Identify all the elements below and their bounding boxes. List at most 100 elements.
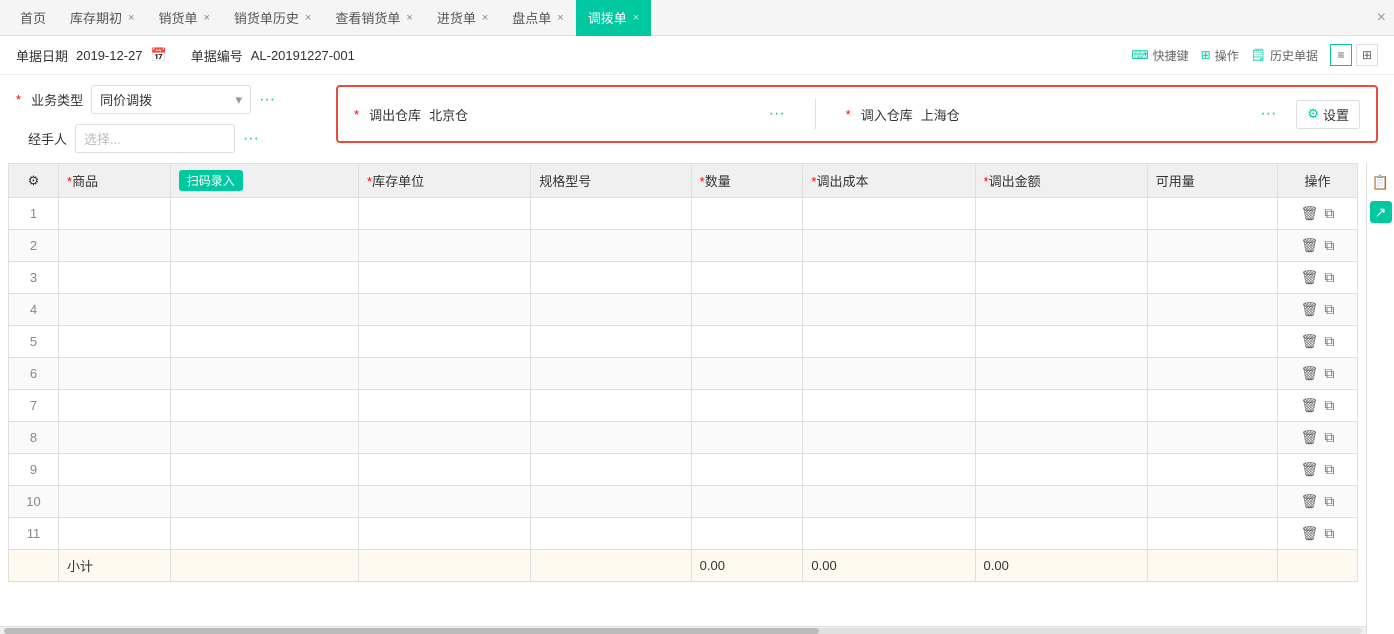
delete-icon[interactable]: 🗑: [1301, 301, 1319, 318]
chevron-down-icon: ▾: [236, 92, 243, 108]
delete-icon[interactable]: 🗑: [1301, 333, 1319, 350]
gear-icon: ⚙: [28, 173, 40, 188]
delete-icon[interactable]: 🗑: [1301, 525, 1319, 542]
table-row: 5 🗑⧉: [9, 326, 1358, 358]
right-sidebar: 📋 ↗: [1366, 163, 1394, 634]
list-view-button[interactable]: ≡: [1330, 44, 1352, 66]
th-gear[interactable]: ⚙: [9, 164, 59, 198]
operator-more-icon[interactable]: ···: [243, 130, 259, 148]
copy-icon[interactable]: ⧉: [1324, 301, 1334, 318]
close-icon[interactable]: ×: [406, 12, 412, 24]
items-table: ⚙ *商品 扫码录入 *库存单位: [8, 163, 1358, 582]
tab-sales-order[interactable]: 销货单 ×: [146, 0, 221, 36]
tab-stocktaking[interactable]: 盘点单 ×: [500, 0, 575, 36]
table-row: 8 🗑⧉: [9, 422, 1358, 454]
header-actions: ⌨ 快捷键 ⊞ 操作 🗒 历史单据 ≡ ⊞: [1131, 44, 1378, 66]
th-quantity: *数量: [691, 164, 803, 198]
content-body: ⚙ *商品 扫码录入 *库存单位: [0, 163, 1394, 634]
warehouse-in-value: 上海仓: [921, 105, 960, 124]
copy-icon[interactable]: ⧉: [1324, 205, 1334, 222]
tab-bar: 首页 库存期初 × 销货单 × 销货单历史 × 查看销货单 × 进货单 × 盘点…: [0, 0, 1394, 36]
operator-select[interactable]: 选择...: [75, 124, 235, 153]
notes-icon[interactable]: 📋: [1370, 171, 1392, 193]
close-icon[interactable]: ×: [128, 12, 134, 24]
settings-button[interactable]: ⚙ 设置: [1296, 100, 1360, 129]
calendar-icon[interactable]: 📅: [151, 47, 167, 63]
table-row: 6 🗑⧉: [9, 358, 1358, 390]
doc-number-field: 单据编号 AL-20191227-001: [191, 46, 355, 65]
close-window-button[interactable]: ×: [1377, 9, 1386, 27]
copy-icon[interactable]: ⧉: [1324, 397, 1334, 414]
date-field: 单据日期 2019-12-27 📅: [16, 46, 167, 65]
table-row: 10 🗑⧉: [9, 486, 1358, 518]
th-unit: *库存单位: [359, 164, 531, 198]
delete-icon[interactable]: 🗑: [1301, 493, 1319, 510]
grid-view-button[interactable]: ⊞: [1356, 44, 1378, 66]
delete-icon[interactable]: 🗑: [1301, 429, 1319, 446]
delete-icon[interactable]: 🗑: [1301, 237, 1319, 254]
form-left: * 业务类型 同价调拨 ▾ ··· 经手人 选择... ···: [16, 85, 316, 153]
tab-purchase[interactable]: 进货单 ×: [425, 0, 500, 36]
warehouse-in-more-icon[interactable]: ···: [1260, 105, 1276, 123]
tab-transfer[interactable]: 调拨单 ×: [576, 0, 651, 36]
delete-icon[interactable]: 🗑: [1301, 269, 1319, 286]
tab-sales-history[interactable]: 销货单历史 ×: [222, 0, 323, 36]
history-icon: 🗒: [1251, 48, 1266, 62]
warehouse-out-group: * 调出仓库 北京仓 ···: [354, 105, 785, 124]
close-icon[interactable]: ×: [203, 12, 209, 24]
subtotal-quantity: 0.00: [691, 550, 803, 582]
delete-icon[interactable]: 🗑: [1301, 461, 1319, 478]
scan-button[interactable]: 扫码录入: [179, 170, 243, 191]
copy-icon[interactable]: ⧉: [1324, 493, 1334, 510]
divider: [815, 99, 816, 129]
table-row: 3 🗑⧉: [9, 262, 1358, 294]
date-value: 2019-12-27: [76, 48, 143, 63]
th-product: *商品: [59, 164, 171, 198]
subtotal-row: 小计 0.00 0.00 0.00: [9, 550, 1358, 582]
document-header: 单据日期 2019-12-27 📅 单据编号 AL-20191227-001 ⌨…: [0, 36, 1394, 75]
table-row: 2 🗑⧉: [9, 230, 1358, 262]
shortcuts-button[interactable]: ⌨ 快捷键: [1131, 47, 1188, 64]
business-type-row: * 业务类型 同价调拨 ▾ ···: [16, 85, 316, 114]
operator-row: 经手人 选择... ···: [16, 124, 316, 153]
th-ops: 操作: [1278, 164, 1358, 198]
table-row: 1 🗑⧉: [9, 198, 1358, 230]
th-scan: 扫码录入: [170, 164, 358, 198]
tab-inventory-init[interactable]: 库存期初 ×: [58, 0, 146, 36]
subtotal-amount: 0.00: [975, 550, 1147, 582]
gear-icon: ⚙: [1307, 106, 1319, 122]
more-options-icon[interactable]: ···: [259, 91, 275, 109]
close-icon[interactable]: ×: [557, 12, 563, 24]
warehouse-in-group: * 调入仓库 上海仓 ···: [846, 105, 1277, 124]
keyboard-icon: ⌨: [1131, 48, 1148, 62]
operations-button[interactable]: ⊞ 操作: [1201, 47, 1239, 64]
delete-icon[interactable]: 🗑: [1301, 365, 1319, 382]
delete-icon[interactable]: 🗑: [1301, 397, 1319, 414]
subtotal-label: 小计: [59, 550, 171, 582]
business-type-select[interactable]: 同价调拨 ▾: [91, 85, 251, 114]
copy-icon[interactable]: ⧉: [1324, 237, 1334, 254]
table-row: 11 🗑⧉: [9, 518, 1358, 550]
copy-icon[interactable]: ⧉: [1324, 333, 1334, 350]
copy-icon[interactable]: ⧉: [1324, 429, 1334, 446]
copy-icon[interactable]: ⧉: [1324, 461, 1334, 478]
view-toggle: ≡ ⊞: [1330, 44, 1378, 66]
copy-icon[interactable]: ⧉: [1324, 269, 1334, 286]
close-icon[interactable]: ×: [482, 12, 488, 24]
copy-icon[interactable]: ⧉: [1324, 365, 1334, 382]
tab-home[interactable]: 首页: [8, 0, 58, 36]
history-button[interactable]: 🗒 历史单据: [1251, 47, 1318, 64]
close-icon[interactable]: ×: [305, 12, 311, 24]
form-section: * 业务类型 同价调拨 ▾ ··· 经手人 选择... ···: [0, 75, 1394, 163]
table-container[interactable]: ⚙ *商品 扫码录入 *库存单位: [8, 163, 1358, 626]
horizontal-scrollbar[interactable]: [0, 626, 1366, 634]
export-icon[interactable]: ↗: [1370, 201, 1392, 223]
tab-view-sales[interactable]: 查看销货单 ×: [323, 0, 424, 36]
close-icon[interactable]: ×: [633, 12, 639, 24]
warehouse-out-value: 北京仓: [429, 105, 468, 124]
delete-icon[interactable]: 🗑: [1301, 205, 1319, 222]
warehouse-out-more-icon[interactable]: ···: [769, 105, 785, 123]
copy-icon[interactable]: ⧉: [1324, 525, 1334, 542]
subtotal-cost: 0.00: [803, 550, 975, 582]
doc-number-value: AL-20191227-001: [251, 48, 355, 63]
